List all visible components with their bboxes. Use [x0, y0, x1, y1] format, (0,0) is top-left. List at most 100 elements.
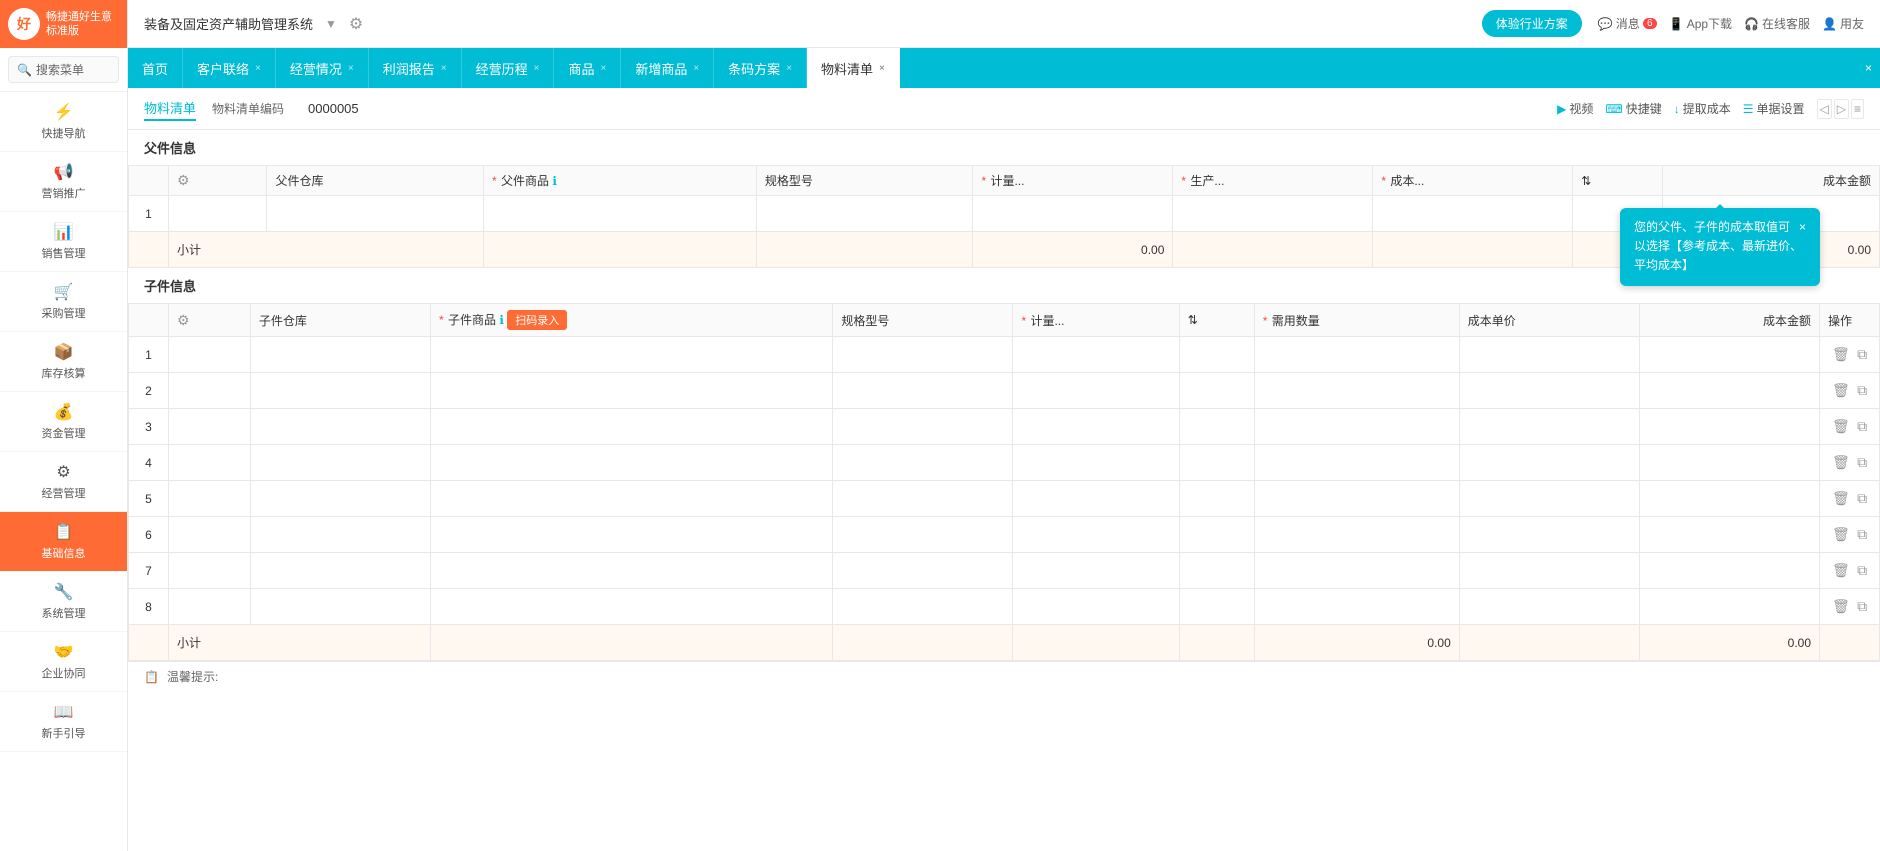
tab-operations-status[interactable]: 经营情况 × [276, 48, 369, 88]
tab-goods[interactable]: 商品 × [554, 48, 621, 88]
child-row-6-warehouse[interactable] [250, 517, 430, 553]
child-row-5-unit[interactable] [1013, 481, 1179, 517]
sidebar-item-purchase[interactable]: 🛒 采购管理 [0, 272, 127, 332]
arrow-right[interactable]: ▷ [1834, 99, 1849, 119]
copy-icon-5[interactable]: ⧉ [1857, 490, 1867, 506]
child-row-4-qty[interactable] [1254, 445, 1459, 481]
child-row-6-unit[interactable] [1013, 517, 1179, 553]
search-menu-button[interactable]: 🔍 搜索菜单 [8, 56, 119, 83]
child-row-8-unit[interactable] [1013, 589, 1179, 625]
copy-icon-1[interactable]: ⧉ [1857, 346, 1867, 362]
child-row-3-warehouse[interactable] [250, 409, 430, 445]
tab-profit-report-close[interactable]: × [441, 63, 447, 74]
sidebar-item-marketing[interactable]: 📢 营销推广 [0, 152, 127, 212]
tooltip-close-button[interactable]: × [1799, 218, 1806, 237]
child-row-2-qty[interactable] [1254, 373, 1459, 409]
copy-icon-4[interactable]: ⧉ [1857, 454, 1867, 470]
child-row-7-qty[interactable] [1254, 553, 1459, 589]
tab-goods-close[interactable]: × [600, 63, 606, 74]
parent-row-1-product[interactable] [484, 196, 757, 232]
sidebar-item-enterprise[interactable]: 🤝 企业协同 [0, 632, 127, 692]
sidebar-item-inventory[interactable]: 📦 库存核算 [0, 332, 127, 392]
child-row-3-product[interactable] [430, 409, 832, 445]
copy-icon-6[interactable]: ⧉ [1857, 526, 1867, 542]
tab-ops-history-close[interactable]: × [534, 63, 540, 74]
delete-icon-5[interactable]: 🗑 [1832, 490, 1850, 506]
sidebar-item-guide[interactable]: 📖 新手引导 [0, 692, 127, 752]
delete-icon-2[interactable]: 🗑 [1832, 382, 1850, 398]
child-row-4-product[interactable] [430, 445, 832, 481]
tab-home[interactable]: 首页 [128, 48, 183, 88]
child-row-8-product[interactable] [430, 589, 832, 625]
child-row-1-unit[interactable] [1013, 337, 1179, 373]
child-row-5-unit-cost[interactable] [1459, 481, 1639, 517]
child-row-2-product[interactable] [430, 373, 832, 409]
action-extract-cost[interactable]: ↓ 提取成本 [1674, 100, 1731, 117]
tab-close-all[interactable]: × [1857, 61, 1880, 75]
sidebar-item-basic-info[interactable]: 📋 基础信息 [0, 512, 127, 572]
tab-barcode[interactable]: 条码方案 × [714, 48, 807, 88]
child-row-5-warehouse[interactable] [250, 481, 430, 517]
copy-icon-7[interactable]: ⧉ [1857, 562, 1867, 578]
tab-barcode-close[interactable]: × [786, 63, 792, 74]
child-row-6-qty[interactable] [1254, 517, 1459, 553]
parent-row-1-warehouse[interactable] [267, 196, 484, 232]
tab-new-goods-close[interactable]: × [693, 63, 699, 74]
child-row-4-warehouse[interactable] [250, 445, 430, 481]
scan-input-button[interactable]: 扫码录入 [507, 310, 567, 330]
tab-bom-close[interactable]: × [879, 63, 885, 74]
message-button[interactable]: 💬 消息 6 [1598, 15, 1657, 32]
user-button[interactable]: 👤 用友 [1822, 15, 1864, 32]
child-row-6-product[interactable] [430, 517, 832, 553]
child-row-7-warehouse[interactable] [250, 553, 430, 589]
delete-icon-3[interactable]: 🗑 [1832, 418, 1850, 434]
child-row-6-spec[interactable] [833, 517, 1013, 553]
child-row-5-product[interactable] [430, 481, 832, 517]
sidebar-item-sales[interactable]: 📊 销售管理 [0, 212, 127, 272]
child-row-2-unit-cost[interactable] [1459, 373, 1639, 409]
delete-icon-8[interactable]: 🗑 [1832, 598, 1850, 614]
menu-icon[interactable]: ≡ [1851, 99, 1864, 119]
tab-bom[interactable]: 物料清单 × [807, 48, 900, 88]
dropdown-icon[interactable]: ▼ [325, 17, 337, 31]
app-download-button[interactable]: 📱 App下载 [1669, 15, 1732, 32]
sidebar-item-operations[interactable]: ⚙ 经营管理 [0, 452, 127, 512]
child-row-7-spec[interactable] [833, 553, 1013, 589]
action-shortcut[interactable]: ⌨ 快捷键 [1605, 100, 1661, 117]
tab-profit-report[interactable]: 利润报告 × [369, 48, 462, 88]
settings-icon[interactable]: ⚙ [349, 14, 363, 34]
tab-new-goods[interactable]: 新增商品 × [621, 48, 714, 88]
child-row-7-unit-cost[interactable] [1459, 553, 1639, 589]
parent-row-1-spec[interactable] [756, 196, 973, 232]
toolbar-tab-bom[interactable]: 物料清单 [144, 96, 196, 121]
child-row-7-unit[interactable] [1013, 553, 1179, 589]
child-row-3-unit-cost[interactable] [1459, 409, 1639, 445]
child-row-2-warehouse[interactable] [250, 373, 430, 409]
child-row-1-unit-cost[interactable] [1459, 337, 1639, 373]
copy-icon-3[interactable]: ⧉ [1857, 418, 1867, 434]
delete-icon-1[interactable]: 🗑 [1832, 346, 1850, 362]
parent-row-1-unit[interactable] [973, 196, 1173, 232]
parent-row-1-cost[interactable] [1373, 196, 1573, 232]
child-row-3-qty[interactable] [1254, 409, 1459, 445]
child-row-4-unit-cost[interactable] [1459, 445, 1639, 481]
online-service-button[interactable]: 🎧 在线客服 [1744, 15, 1810, 32]
child-row-5-spec[interactable] [833, 481, 1013, 517]
sidebar-item-finance[interactable]: 💰 资金管理 [0, 392, 127, 452]
child-row-2-spec[interactable] [833, 373, 1013, 409]
action-single-settings[interactable]: ☰ 单据设置 [1743, 100, 1805, 117]
child-row-4-unit[interactable] [1013, 445, 1179, 481]
delete-icon-6[interactable]: 🗑 [1832, 526, 1850, 542]
parent-settings-gear[interactable]: ⚙ [177, 172, 190, 188]
copy-icon-8[interactable]: ⧉ [1857, 598, 1867, 614]
arrow-left[interactable]: ◁ [1817, 99, 1832, 119]
child-row-5-qty[interactable] [1254, 481, 1459, 517]
child-row-1-warehouse[interactable] [250, 337, 430, 373]
child-row-4-spec[interactable] [833, 445, 1013, 481]
child-row-3-unit[interactable] [1013, 409, 1179, 445]
tab-customers-close[interactable]: × [255, 63, 261, 74]
sidebar-item-system[interactable]: 🔧 系统管理 [0, 572, 127, 632]
child-row-8-qty[interactable] [1254, 589, 1459, 625]
tab-customers[interactable]: 客户联络 × [183, 48, 276, 88]
child-row-2-unit[interactable] [1013, 373, 1179, 409]
